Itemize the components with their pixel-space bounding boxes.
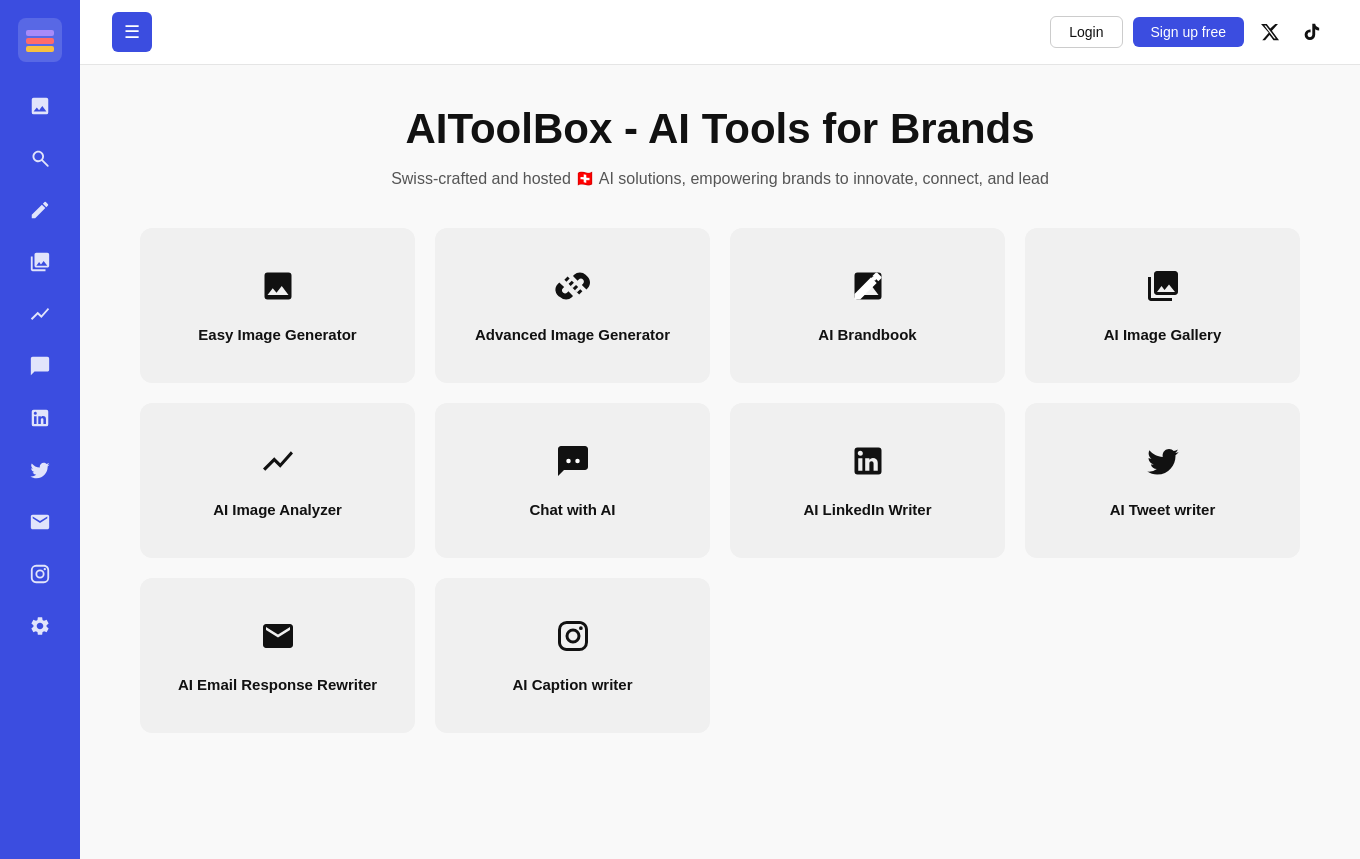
brandbook-tool-icon <box>850 268 886 312</box>
tool-label-ai-tweet-writer: AI Tweet writer <box>1110 501 1216 518</box>
tool-label-ai-caption-writer: AI Caption writer <box>512 676 632 693</box>
tool-card-advanced-image-generator[interactable]: Advanced Image Generator <box>435 228 710 383</box>
twitter-tool-icon <box>1145 443 1181 487</box>
linkedin-tool-icon <box>850 443 886 487</box>
gallery-tool-icon <box>1145 268 1181 312</box>
sidebar-item-linkedin[interactable] <box>18 396 62 440</box>
menu-button[interactable]: ☰ <box>112 12 152 52</box>
tool-card-ai-linkedin-writer[interactable]: AI LinkedIn Writer <box>730 403 1005 558</box>
sidebar-item-tools[interactable] <box>18 136 62 180</box>
email-tool-icon <box>260 618 296 662</box>
sidebar-item-edit[interactable] <box>18 188 62 232</box>
svg-point-6 <box>575 459 580 464</box>
login-button[interactable]: Login <box>1050 16 1122 48</box>
wrench-tool-icon <box>555 268 591 312</box>
analyzer-tool-icon <box>260 443 296 487</box>
tool-label-advanced-image-generator: Advanced Image Generator <box>475 326 670 343</box>
tool-label-ai-image-gallery: AI Image Gallery <box>1104 326 1222 343</box>
sidebar-item-gallery[interactable] <box>18 240 62 284</box>
tool-label-chat-with-ai: Chat with AI <box>529 501 615 518</box>
tool-card-chat-with-ai[interactable]: Chat with AI <box>435 403 710 558</box>
tool-label-easy-image-generator: Easy Image Generator <box>198 326 356 343</box>
page-subtitle: Swiss-crafted and hosted 🇨🇭 AI solutions… <box>140 169 1300 188</box>
sidebar-item-settings[interactable] <box>18 604 62 648</box>
svg-point-5 <box>566 459 571 464</box>
x-twitter-link[interactable] <box>1254 16 1286 48</box>
tool-card-ai-caption-writer[interactable]: AI Caption writer <box>435 578 710 733</box>
svg-rect-1 <box>26 38 54 44</box>
header: ☰ Login Sign up free <box>80 0 1360 65</box>
tool-grid: Easy Image Generator Advanced Image Gene… <box>140 228 1300 733</box>
page-title: AIToolBox - AI Tools for Brands <box>140 105 1300 153</box>
tool-card-ai-image-gallery[interactable]: AI Image Gallery <box>1025 228 1300 383</box>
sidebar-item-image[interactable] <box>18 84 62 128</box>
chat-tool-icon <box>555 443 591 487</box>
tool-label-ai-brandbook: AI Brandbook <box>818 326 916 343</box>
sidebar-item-twitter[interactable] <box>18 448 62 492</box>
sidebar-item-email[interactable] <box>18 500 62 544</box>
header-left: ☰ <box>112 12 152 52</box>
tool-label-ai-image-analyzer: AI Image Analyzer <box>213 501 342 518</box>
image-tool-icon <box>260 268 296 312</box>
tool-card-ai-tweet-writer[interactable]: AI Tweet writer <box>1025 403 1300 558</box>
logo[interactable] <box>16 16 64 64</box>
tool-card-easy-image-generator[interactable]: Easy Image Generator <box>140 228 415 383</box>
tiktok-link[interactable] <box>1296 16 1328 48</box>
tool-card-ai-brandbook[interactable]: AI Brandbook <box>730 228 1005 383</box>
tool-card-ai-email-rewriter[interactable]: AI Email Response Rewriter <box>140 578 415 733</box>
sidebar-item-instagram[interactable] <box>18 552 62 596</box>
header-right: Login Sign up free <box>1050 16 1328 48</box>
sidebar <box>0 0 80 859</box>
tool-label-ai-linkedin-writer: AI LinkedIn Writer <box>803 501 931 518</box>
instagram-tool-icon <box>555 618 591 662</box>
svg-rect-3 <box>26 30 54 36</box>
svg-rect-2 <box>26 46 54 52</box>
main-content: ☰ Login Sign up free AIToolBox - AI Tool… <box>80 0 1360 859</box>
signup-button[interactable]: Sign up free <box>1133 17 1245 47</box>
page-content: AIToolBox - AI Tools for Brands Swiss-cr… <box>80 65 1360 859</box>
tool-card-ai-image-analyzer[interactable]: AI Image Analyzer <box>140 403 415 558</box>
sidebar-item-chat[interactable] <box>18 344 62 388</box>
tool-label-ai-email-rewriter: AI Email Response Rewriter <box>178 676 377 693</box>
sidebar-item-analytics[interactable] <box>18 292 62 336</box>
